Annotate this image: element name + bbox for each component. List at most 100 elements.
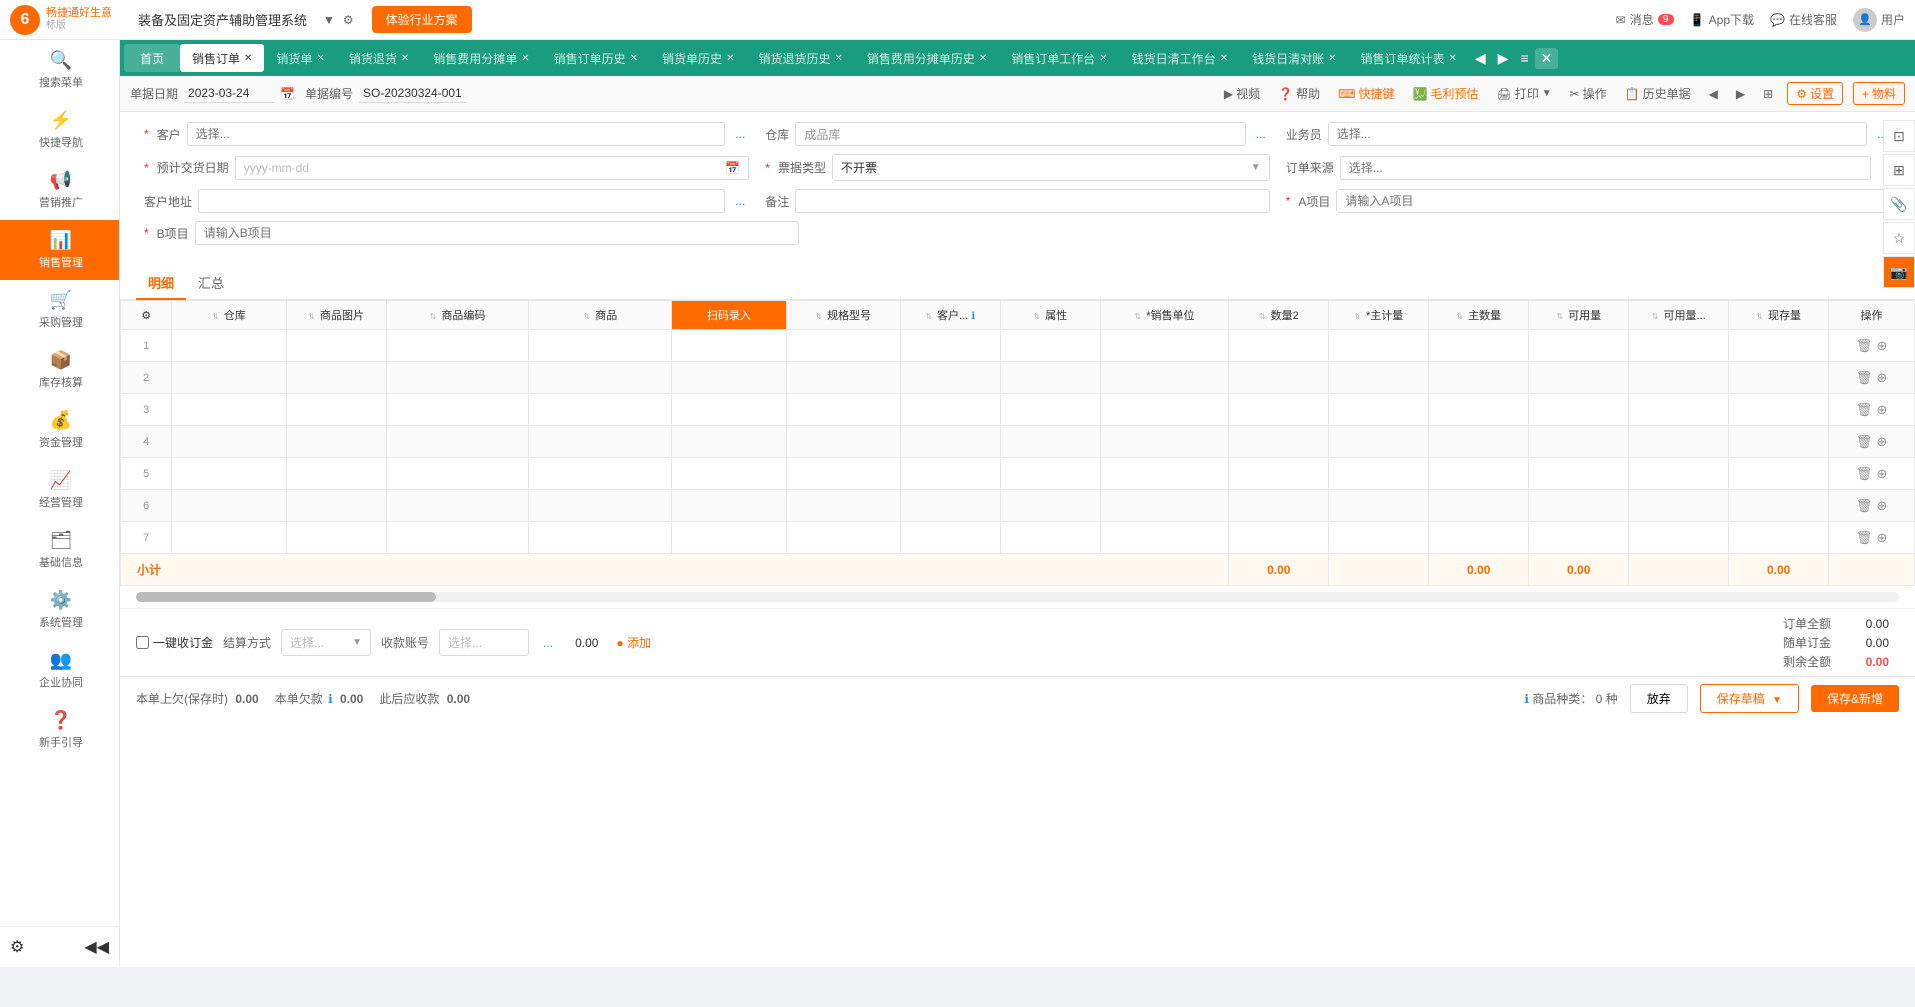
copy-icon[interactable]: ⊕ — [1876, 338, 1887, 354]
sidebar-item-collab[interactable]: 👥 企业协同 — [0, 640, 119, 700]
address-input[interactable] — [198, 189, 725, 213]
table-cell[interactable] — [1429, 426, 1529, 458]
sidebar-item-inventory[interactable]: 📦 库存核算 — [0, 340, 119, 400]
right-panel-btn-1[interactable]: ⊡ — [1883, 120, 1915, 152]
col-scan[interactable]: 扫码录入 — [672, 301, 786, 330]
col-image[interactable]: ⇅ 商品图片 — [286, 301, 386, 330]
tab-close-invoice-history[interactable]: ✕ — [726, 53, 734, 64]
toolbar-prev-btn[interactable]: ◀ — [1705, 85, 1722, 103]
tab-cash-workbench[interactable]: 钱货日清工作台 ✕ — [1120, 44, 1240, 72]
table-cell[interactable] — [1000, 458, 1100, 490]
table-cell[interactable] — [172, 426, 286, 458]
table-cell[interactable] — [1729, 458, 1829, 490]
sidebar-item-search[interactable]: 🔍 搜索菜单 — [0, 40, 119, 100]
tab-return-history[interactable]: 销货退货历史 ✕ — [746, 44, 854, 72]
table-cell[interactable] — [1429, 394, 1529, 426]
table-scrollbar-thumb[interactable] — [136, 592, 436, 602]
tab-summary[interactable]: 汇总 — [186, 267, 236, 300]
sidebar-item-sales[interactable]: 📊 销售管理 — [0, 220, 119, 280]
table-cell[interactable] — [672, 522, 786, 554]
table-cell[interactable] — [172, 394, 286, 426]
table-cell[interactable] — [900, 330, 1000, 362]
tab-close-sales-order[interactable]: ✕ — [244, 53, 252, 64]
table-cell[interactable] — [900, 522, 1000, 554]
table-cell[interactable] — [1100, 394, 1229, 426]
col-main-unit[interactable]: ⇅ *主计量 — [1329, 301, 1429, 330]
app-download-btn[interactable]: 📱 App下载 — [1690, 11, 1754, 28]
tab-close-order-history[interactable]: ✕ — [630, 53, 638, 64]
table-cell[interactable] — [386, 426, 529, 458]
delete-icon[interactable]: 🗑 — [1856, 370, 1873, 386]
table-cell[interactable] — [1729, 330, 1829, 362]
tab-close-expense[interactable]: ✕ — [521, 53, 529, 64]
table-cell[interactable] — [1229, 490, 1329, 522]
table-cell[interactable] — [900, 426, 1000, 458]
table-cell[interactable] — [1629, 330, 1729, 362]
table-cell[interactable] — [529, 330, 672, 362]
table-cell[interactable] — [1629, 394, 1729, 426]
table-cell[interactable] — [672, 426, 786, 458]
delete-icon[interactable]: 🗑 — [1856, 338, 1873, 354]
table-cell[interactable] — [1729, 362, 1829, 394]
tab-close-return-history[interactable]: ✕ — [834, 53, 842, 64]
table-cell[interactable] — [1100, 490, 1229, 522]
copy-icon[interactable]: ⊕ — [1876, 530, 1887, 546]
tab-expense-history[interactable]: 销售费用分摊单历史 ✕ — [855, 44, 999, 72]
table-cell[interactable] — [1529, 330, 1629, 362]
table-cell[interactable] — [1329, 522, 1429, 554]
col-warehouse[interactable]: ⇅ 仓库 — [172, 301, 286, 330]
table-cell[interactable] — [529, 522, 672, 554]
table-cell[interactable] — [1429, 330, 1529, 362]
table-cell[interactable] — [1100, 458, 1229, 490]
table-cell[interactable] — [1529, 394, 1629, 426]
tab-close-sales-return[interactable]: ✕ — [401, 53, 409, 64]
table-cell[interactable] — [1429, 458, 1529, 490]
table-cell[interactable] — [1329, 458, 1429, 490]
tab-order-stats[interactable]: 销售订单统计表 ✕ — [1348, 44, 1468, 72]
tab-home[interactable]: 首页 — [124, 44, 180, 72]
table-cell[interactable] — [286, 394, 386, 426]
table-cell[interactable] — [1629, 426, 1729, 458]
tab-menu-btn[interactable]: ≡ — [1514, 46, 1534, 70]
table-cell[interactable] — [672, 394, 786, 426]
table-cell[interactable] — [1000, 330, 1100, 362]
table-cell[interactable] — [1729, 394, 1829, 426]
tab-order-history[interactable]: 销售订单历史 ✕ — [542, 44, 650, 72]
doc-date-value[interactable]: 2023-03-24 — [184, 84, 274, 103]
delete-icon[interactable]: 🗑 — [1856, 466, 1873, 482]
table-cell[interactable] — [1329, 330, 1429, 362]
table-cell[interactable] — [386, 458, 529, 490]
table-cell[interactable] — [1100, 330, 1229, 362]
table-cell[interactable] — [672, 362, 786, 394]
table-cell[interactable] — [286, 490, 386, 522]
tab-close-all-btn[interactable]: ✕ — [1535, 48, 1559, 69]
table-cell[interactable] — [1429, 522, 1529, 554]
tab-close-order-workbench[interactable]: ✕ — [1099, 53, 1107, 64]
system-dropdown-arrow[interactable]: ▼ — [323, 13, 335, 27]
calendar-icon[interactable]: 📅 — [280, 87, 295, 101]
table-cell[interactable] — [786, 394, 900, 426]
delete-icon[interactable]: 🗑 — [1856, 530, 1873, 546]
table-cell[interactable] — [1100, 522, 1229, 554]
sidebar-item-marketing[interactable]: 📢 营销推广 — [0, 160, 119, 220]
table-cell[interactable] — [1229, 522, 1329, 554]
tab-order-workbench[interactable]: 销售订单工作台 ✕ — [999, 44, 1119, 72]
setup-btn[interactable]: ⚙ 设置 — [1787, 82, 1843, 105]
copy-icon[interactable]: ⊕ — [1876, 434, 1887, 450]
col-main-qty[interactable]: ⇅ 主数量 — [1429, 301, 1529, 330]
table-cell[interactable] — [286, 362, 386, 394]
table-cell[interactable] — [786, 458, 900, 490]
table-cell[interactable] — [1229, 394, 1329, 426]
right-panel-btn-5[interactable]: 📷 — [1883, 256, 1915, 288]
table-scroll[interactable]: ⚙ ⇅ 仓库 ⇅ 商品图片 ⇅ 商品编码 — [120, 300, 1915, 586]
profit-btn[interactable]: 💹 毛利预估 — [1408, 83, 1482, 104]
quick-payment-checkbox[interactable] — [136, 636, 149, 649]
table-cell[interactable] — [286, 426, 386, 458]
save-new-button[interactable]: 保存&新增 — [1811, 685, 1899, 712]
table-cell[interactable] — [386, 362, 529, 394]
tab-prev-btn[interactable]: ◀ — [1469, 46, 1492, 71]
table-cell[interactable] — [1100, 362, 1229, 394]
delivery-date-input[interactable]: yyyy-mm-dd 📅 — [235, 156, 750, 180]
tab-invoice-history[interactable]: 销货单历史 ✕ — [650, 44, 746, 72]
table-cell[interactable] — [1000, 522, 1100, 554]
